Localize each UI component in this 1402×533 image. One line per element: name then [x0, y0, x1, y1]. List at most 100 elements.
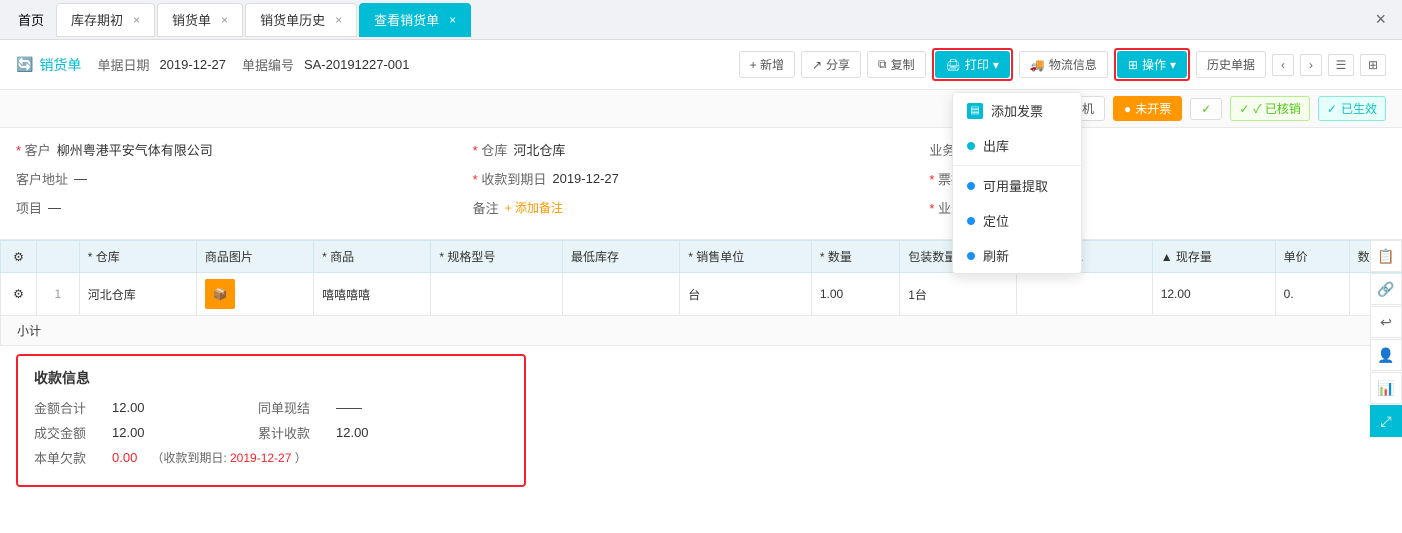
right-sidebar: 📋 🔗 ↩ 👤 📊 ⤢	[1370, 240, 1402, 437]
arrears-label: 本单欠款	[34, 448, 104, 467]
row-spec	[431, 273, 563, 316]
toolbar-secondary: 📱 来自手机 ● 未开票 ✓ ✓ ✓ 已核销 ✓ 已生效	[0, 90, 1402, 128]
remark-label: 备注	[473, 198, 499, 217]
remark-field: 备注 + 添加备注	[473, 198, 930, 217]
close-tab-history[interactable]: ×	[335, 13, 342, 27]
doc-icon: 🔄	[16, 56, 33, 73]
row-current: 12.00	[1152, 273, 1275, 316]
tab-sales-order[interactable]: 销货单 ×	[157, 3, 243, 37]
warehouse-value: 河北仓库	[513, 140, 565, 159]
right-icon-2[interactable]: 🔗	[1370, 273, 1402, 305]
row-pack: 1台	[900, 273, 1017, 316]
arrears-date: 2019-12-27	[230, 451, 291, 465]
history-button[interactable]: 历史单据	[1196, 51, 1266, 78]
new-button[interactable]: + 新增	[739, 51, 795, 78]
col-price: 单价	[1275, 241, 1349, 273]
extract-icon	[967, 182, 975, 190]
copy-icon: ⧉	[878, 57, 887, 72]
right-icon-3[interactable]: ↩	[1370, 306, 1402, 338]
add-remark-button[interactable]: + 添加备注	[505, 199, 563, 216]
not-opened-button[interactable]: ● 未开票	[1113, 96, 1182, 121]
transaction-item: 成交金额 12.00	[34, 423, 234, 442]
row-num: 1	[37, 273, 80, 316]
tab-view-sales[interactable]: 查看销货单 ×	[359, 3, 471, 37]
view-grid-button[interactable]: ⊞	[1360, 54, 1386, 76]
tab-bar-right: ×	[1367, 5, 1394, 34]
doc-number-label: 单据编号 SA-20191227-001	[242, 55, 410, 74]
close-tab-inventory[interactable]: ×	[133, 13, 140, 27]
tab-sales-history[interactable]: 销货单历史 ×	[245, 3, 357, 37]
share-button[interactable]: ↗ 分享	[801, 51, 861, 78]
view-list-button[interactable]: ☰	[1328, 54, 1354, 76]
row-min-stock	[563, 273, 680, 316]
cumulative-value: 12.00	[336, 425, 369, 440]
print-dropdown-arrow: ▾	[993, 58, 999, 72]
payment-date-field: 收款到期日 2019-12-27	[473, 169, 930, 188]
expand-button[interactable]: ⤢	[1370, 405, 1402, 437]
warehouse-label: 仓库	[473, 140, 508, 159]
dropdown-divider-1	[953, 165, 1081, 166]
check-icon: ✓	[1201, 102, 1211, 116]
locate-item[interactable]: 定位	[953, 203, 1081, 238]
refresh-icon	[967, 252, 975, 260]
payment-info-box: 收款信息 金额合计 12.00 同单现结 —— 成交金额 12.00 累计收款 …	[16, 354, 526, 487]
col-min-stock: 最低库存	[563, 241, 680, 273]
same-order-value: ——	[336, 400, 362, 415]
window-close-button[interactable]: ×	[1367, 5, 1394, 34]
print-button[interactable]: 🖨 打印 ▾	[935, 51, 1010, 78]
tab-bar: 首页 库存期初 × 销货单 × 销货单历史 × 查看销货单 × ×	[0, 0, 1402, 40]
table-row: ⚙ 1 河北仓库 📦 嘻嘻嘻嘻 台 1.00 1台 12.00 0.	[1, 273, 1402, 316]
confirm-button[interactable]: ✓	[1190, 98, 1222, 120]
doc-date-label: 单据日期 2019-12-27	[97, 55, 226, 74]
col-warehouse: * 仓库	[79, 241, 196, 273]
row-qty: 1.00	[811, 273, 899, 316]
subtotal-label: 小计	[1, 316, 1402, 346]
ticket-icon: ●	[1124, 102, 1131, 116]
same-order-label: 同单现结	[258, 398, 328, 417]
project-label: 项目	[16, 198, 42, 217]
logistics-button[interactable]: 🚚 物流信息	[1019, 51, 1108, 78]
right-icon-5[interactable]: 📊	[1370, 372, 1402, 404]
close-tab-view[interactable]: ×	[449, 13, 456, 27]
form-row-1: 客户 柳州粤港平安气体有限公司 仓库 河北仓库 业务员 演示账号	[16, 140, 1386, 159]
copy-button[interactable]: ⧉ 复制	[867, 51, 926, 78]
table-wrap: ⚙ * 仓库 商品图片 * 商品 * 规格型号 最低库存 * 销售单位 * 数量…	[0, 239, 1402, 346]
transaction-value: 12.00	[112, 425, 145, 440]
close-tab-sales[interactable]: ×	[221, 13, 228, 27]
nav-prev-button[interactable]: ‹	[1272, 54, 1294, 76]
right-icon-1[interactable]: 📋	[1370, 240, 1402, 272]
arrears-note: （收款到期日: 2019-12-27 ）	[151, 449, 306, 466]
available-extract-item[interactable]: 可用量提取	[953, 168, 1081, 203]
row-unit: 台	[680, 273, 812, 316]
doc-title: 🔄 销货单	[16, 55, 81, 75]
row-price: 0.	[1275, 273, 1349, 316]
doc-date-value: 2019-12-27	[159, 57, 226, 72]
total-amount-label: 金额合计	[34, 398, 104, 417]
grid-icon: ⊞	[1128, 58, 1138, 72]
doc-header: 🔄 销货单 单据日期 2019-12-27 单据编号 SA-20191227-0…	[0, 40, 1402, 90]
row-warehouse: 河北仓库	[79, 273, 196, 316]
add-invoice-item[interactable]: ▤ 添加发票	[953, 93, 1081, 128]
total-amount-item: 金额合计 12.00	[34, 398, 234, 417]
nav-next-button[interactable]: ›	[1300, 54, 1322, 76]
confirmed-icon: ✓	[1239, 102, 1249, 116]
outbound-icon	[967, 142, 975, 150]
payment-row-2: 成交金额 12.00 累计收款 12.00	[34, 423, 508, 442]
locate-icon	[967, 217, 975, 225]
row-img: 📦	[196, 273, 313, 316]
tab-home[interactable]: 首页	[8, 4, 54, 35]
arrears-value: 0.00	[112, 450, 137, 465]
tab-inventory-init[interactable]: 库存期初 ×	[56, 3, 155, 37]
doc-title-text: 销货单	[39, 55, 81, 75]
col-img: 商品图片	[196, 241, 313, 273]
refresh-item[interactable]: 刷新	[953, 238, 1081, 273]
row-gear[interactable]: ⚙	[1, 273, 37, 316]
outbound-item[interactable]: 出库	[953, 128, 1081, 163]
col-gear: ⚙	[1, 241, 37, 273]
right-icon-4[interactable]: 👤	[1370, 339, 1402, 371]
operation-button[interactable]: ⊞ 操作 ▾	[1117, 51, 1187, 78]
confirmed-badge: ✓ ✓ 已核销	[1230, 96, 1310, 121]
form-row-2: 客户地址 — 收款到期日 2019-12-27 票据类型 不开票	[16, 169, 1386, 188]
effective-badge: ✓ 已生效	[1318, 96, 1386, 121]
invoice-icon: ▤	[967, 103, 983, 119]
